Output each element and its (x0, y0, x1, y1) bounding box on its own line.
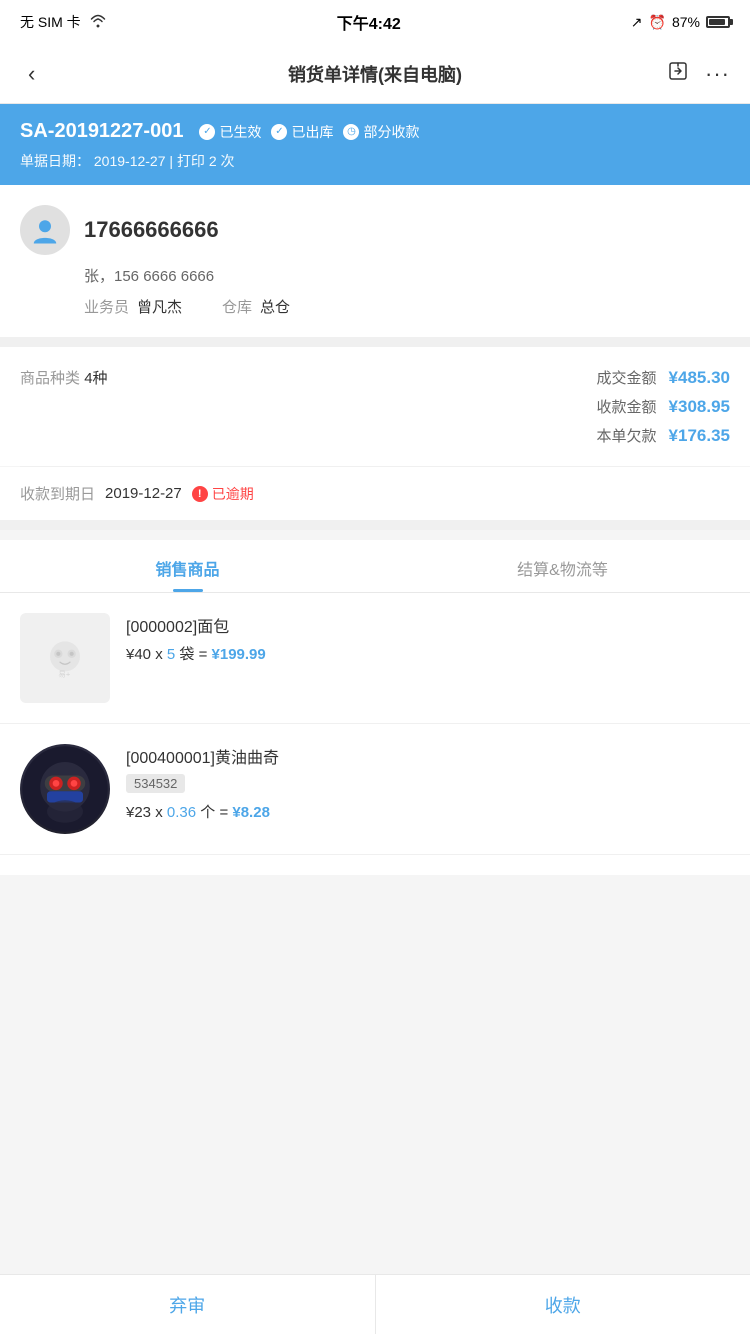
amount-label-1: 成交金额 (597, 367, 657, 388)
product-tag-2: 534532 (126, 774, 185, 793)
nav-bar: ‹ 销货单详情(来自电脑) ··· (0, 44, 750, 104)
badge-shipped: ✓ 已出库 (271, 122, 333, 142)
more-icon[interactable]: ··· (705, 61, 730, 87)
tabs-row: 销售商品 结算&物流等 (0, 540, 750, 593)
wifi-icon (89, 14, 107, 31)
bottom-actions: 弃审 收款 (0, 1274, 750, 1334)
amount-value-2: ¥308.95 (669, 397, 730, 417)
badge-partial: ◷ 部分收款 (343, 122, 419, 142)
tabs-section: 销售商品 结算&物流等 (0, 540, 750, 593)
product-item-2: [000400001]黄油曲奇 534532 ¥23 x 0.36 个 = ¥8… (0, 724, 750, 855)
product-price-1: ¥40 x 5 袋 = ¥199.99 (126, 643, 730, 664)
badge-active: ✓ 已生效 (199, 122, 261, 142)
customer-detail: 张，156 6666 6666 (84, 265, 730, 286)
status-right: ↗ ⏰ 87% (631, 14, 730, 31)
order-meta: 单据日期： 2019-12-27 | 打印 2 次 (20, 151, 730, 171)
order-meta-print: 打印 2 次 (177, 153, 235, 169)
summary-right: 成交金额 ¥485.30 收款金额 ¥308.95 本单欠款 ¥176.35 (597, 367, 730, 446)
overdue-text: 已逾期 (212, 484, 254, 504)
order-header: SA-20191227-001 ✓ 已生效 ✓ 已出库 ◷ 部分收款 单据日期：… (0, 104, 750, 185)
amount-row-1: 成交金额 ¥485.30 (597, 367, 730, 388)
product-thumb-2 (20, 744, 110, 834)
amount-row-2: 收款金额 ¥308.95 (597, 396, 730, 417)
due-label: 收款到期日 (20, 483, 95, 504)
avatar (20, 205, 70, 255)
check-icon-1: ✓ (199, 124, 215, 140)
due-section: 收款到期日 2019-12-27 ! 已逾期 (0, 467, 750, 520)
check-icon-2: ✓ (271, 124, 287, 140)
bottom-spacer (0, 875, 750, 935)
carrier-text: 无 SIM 卡 (20, 12, 81, 32)
product-thumb-1: 易+ (20, 613, 110, 703)
summary-section: 商品种类 4种 成交金额 ¥485.30 收款金额 ¥308.95 本单欠款 ¥… (0, 347, 750, 466)
status-time: 下午4:42 (337, 10, 401, 34)
sales-name: 曾凡杰 (137, 296, 182, 317)
overdue-badge: ! 已逾期 (192, 484, 254, 504)
warehouse-label: 仓库 (222, 296, 252, 317)
product-info-1: [0000002]面包 ¥40 x 5 袋 = ¥199.99 (126, 613, 730, 664)
order-id: SA-20191227-001 (20, 120, 183, 143)
page-title: 销货单详情(来自电脑) (288, 61, 462, 87)
customer-account: 17666666666 (84, 217, 219, 243)
overdue-dot-icon: ! (192, 486, 208, 502)
status-left: 无 SIM 卡 (20, 12, 107, 32)
customer-meta: 业务员 曾凡杰 仓库 总仓 (84, 296, 730, 317)
scroll-hint (0, 855, 750, 875)
alarm-icon: ⏰ (649, 14, 666, 31)
amount-value-3: ¥176.35 (669, 426, 730, 446)
share-icon[interactable] (667, 60, 689, 88)
amount-value-1: ¥485.30 (669, 368, 730, 388)
abandon-review-button[interactable]: 弃审 (0, 1275, 376, 1334)
product-info-2: [000400001]黄油曲奇 534532 ¥23 x 0.36 个 = ¥8… (126, 744, 730, 822)
summary-left: 商品种类 4种 (20, 367, 108, 392)
category-label: 商品种类 (20, 370, 80, 387)
location-icon: ↗ (631, 14, 643, 31)
product-price-2: ¥23 x 0.36 个 = ¥8.28 (126, 801, 730, 822)
status-bar: 无 SIM 卡 下午4:42 ↗ ⏰ 87% (0, 0, 750, 44)
amount-label-3: 本单欠款 (597, 425, 657, 446)
back-button[interactable]: ‹ (20, 53, 43, 95)
due-date: 2019-12-27 (105, 485, 182, 502)
customer-section: 17666666666 张，156 6666 6666 业务员 曾凡杰 仓库 总… (0, 185, 750, 337)
order-meta-label: 单据日期： (20, 153, 90, 169)
svg-text:易+: 易+ (58, 669, 70, 678)
divider-2 (0, 520, 750, 530)
battery-icon (706, 16, 730, 28)
warehouse-name: 总仓 (260, 296, 290, 317)
nav-actions: ··· (667, 60, 730, 88)
collect-payment-button[interactable]: 收款 (376, 1275, 750, 1334)
divider-1 (0, 337, 750, 347)
product-name-2: [000400001]黄油曲奇 (126, 744, 730, 768)
clock-icon: ◷ (343, 124, 359, 140)
category-count: 4种 (84, 370, 107, 387)
battery-percent: 87% (672, 14, 700, 30)
order-meta-date: 2019-12-27 (94, 153, 166, 169)
product-name-1: [0000002]面包 (126, 613, 730, 637)
amount-row-3: 本单欠款 ¥176.35 (597, 425, 730, 446)
tab-sales-products[interactable]: 销售商品 (0, 540, 375, 592)
product-item: 易+ [0000002]面包 ¥40 x 5 袋 = ¥199.99 (0, 593, 750, 724)
products-section: 易+ [0000002]面包 ¥40 x 5 袋 = ¥199.99 (0, 593, 750, 875)
sales-label: 业务员 (84, 296, 129, 317)
tab-settlement[interactable]: 结算&物流等 (375, 540, 750, 592)
order-meta-separator: | (169, 153, 177, 169)
amount-label-2: 收款金额 (597, 396, 657, 417)
status-badges: ✓ 已生效 ✓ 已出库 ◷ 部分收款 (199, 122, 419, 142)
